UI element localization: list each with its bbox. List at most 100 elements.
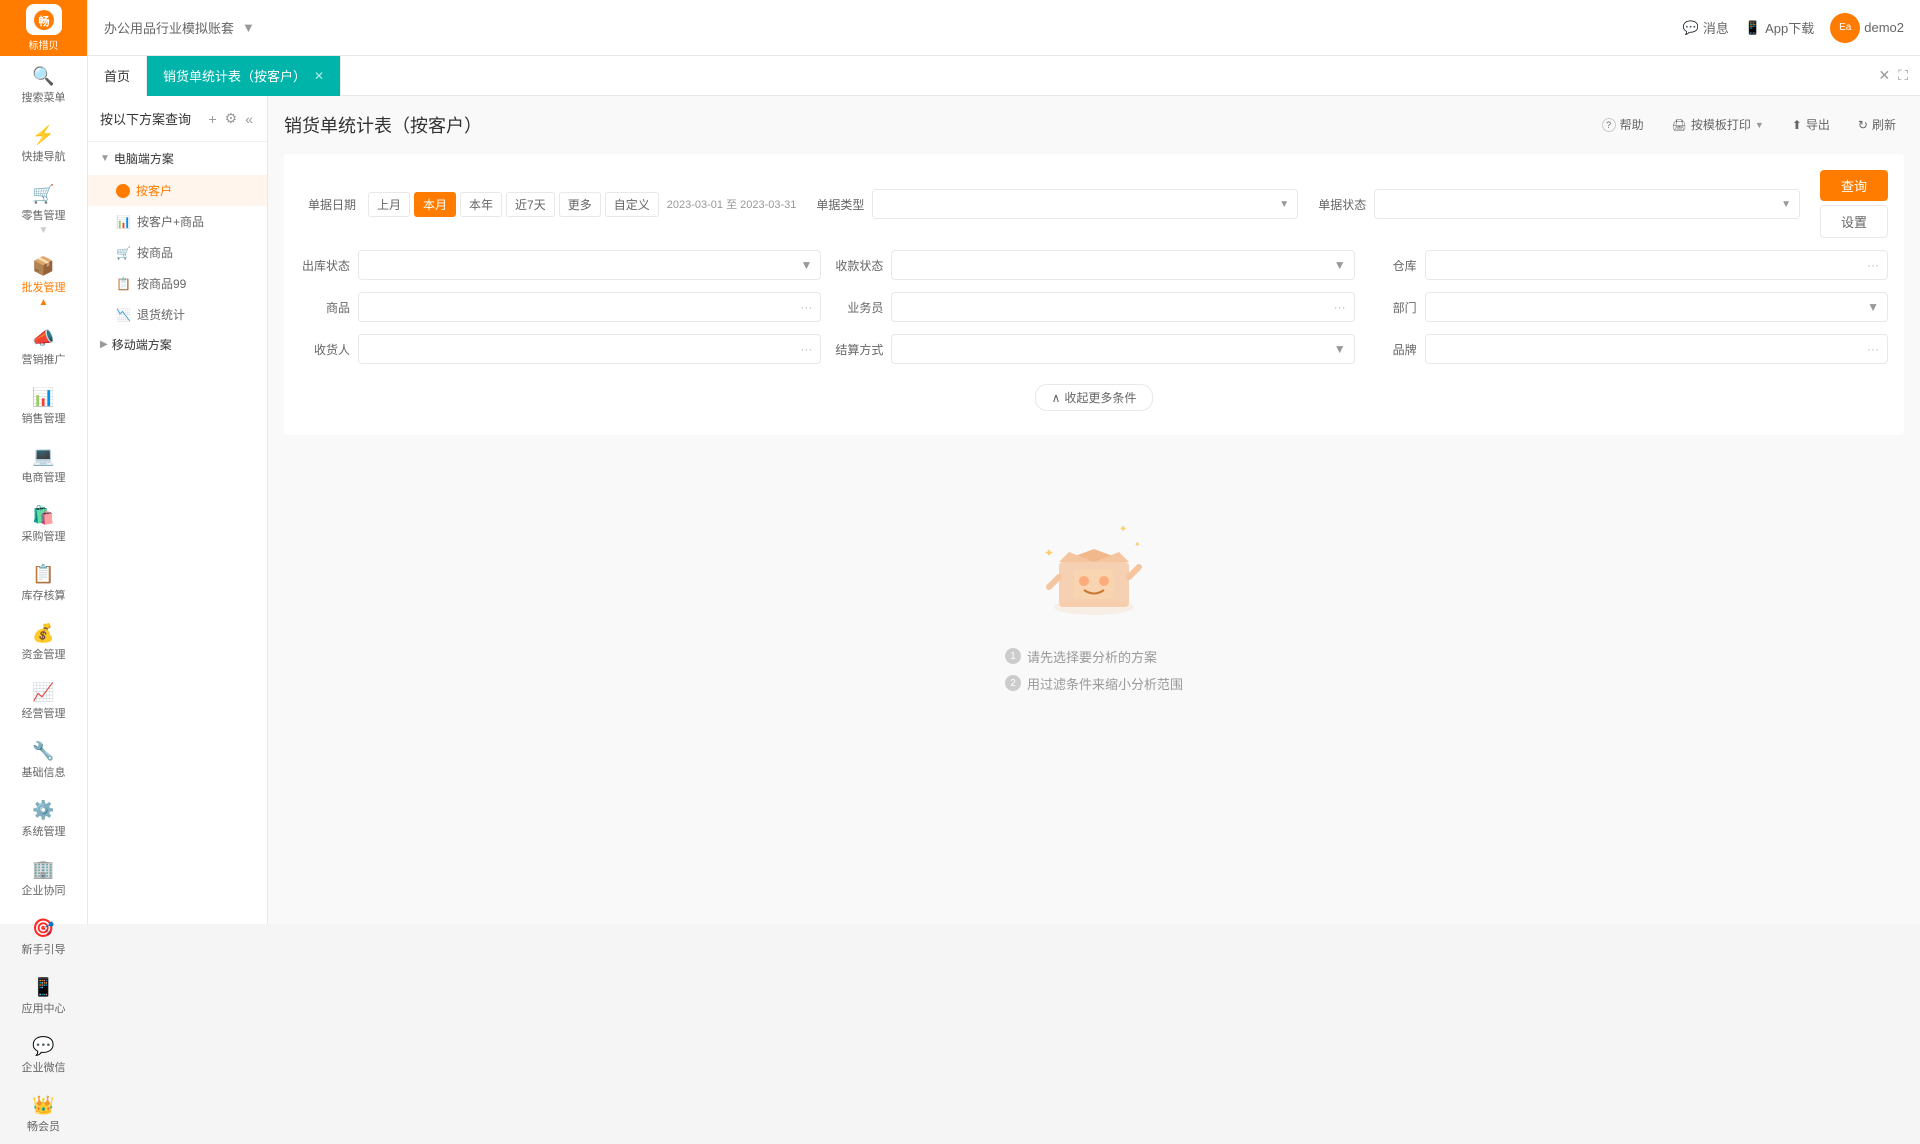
sidebar-item-apps[interactable]: 📱 应用中心 — [0, 967, 87, 1026]
doc-type-select[interactable]: ▼ — [872, 189, 1298, 219]
date-btn-custom[interactable]: 自定义 — [605, 192, 659, 217]
header-dropdown-icon[interactable]: ▼ — [242, 20, 255, 35]
add-scheme-btn[interactable]: + — [206, 109, 218, 129]
date-btn-last-month[interactable]: 上月 — [368, 192, 410, 217]
warehouse-field: 仓库 ··· — [1367, 250, 1888, 280]
window-expand-icon[interactable]: ⛶ — [1898, 67, 1908, 84]
date-btn-this-year[interactable]: 本年 — [460, 192, 502, 217]
recipient-input[interactable]: ··· — [358, 334, 821, 364]
settlement-arrow: ▼ — [1334, 342, 1346, 356]
export-btn[interactable]: ⬆ 导出 — [1784, 112, 1838, 137]
sidebar-item-sales[interactable]: 📊 销售管理 — [0, 377, 87, 436]
sidebar-item-system[interactable]: ⚙️ 系统管理 — [0, 790, 87, 849]
date-btn-more[interactable]: 更多 — [559, 192, 601, 217]
date-btn-this-month[interactable]: 本月 — [414, 192, 456, 217]
app-download-icon: 📱 — [1745, 20, 1761, 36]
tree-item-by-customer-goods[interactable]: 📊 按客户+商品 — [88, 206, 267, 237]
brand-input[interactable]: ··· — [1425, 334, 1888, 364]
tab-close-icon[interactable]: ✕ — [314, 69, 324, 83]
sidebar-item-wholesale[interactable]: 📦 批发管理 ▲ — [0, 246, 87, 318]
salesperson-input[interactable]: ··· — [891, 292, 1354, 322]
department-select[interactable]: ▼ — [1425, 292, 1888, 322]
refresh-btn[interactable]: ↻ 刷新 — [1850, 112, 1904, 137]
tip-1-num: 1 — [1005, 648, 1021, 664]
inventory-icon: 📋 — [32, 564, 54, 585]
sidebar-item-finance[interactable]: 💰 资金管理 — [0, 613, 87, 672]
sidebar-item-inventory[interactable]: 📋 库存核算 — [0, 554, 87, 613]
help-label: 帮助 — [1620, 116, 1644, 133]
out-status-label: 出库状态 — [300, 257, 350, 274]
payment-status-field: 收款状态 ▼ — [833, 250, 1354, 280]
sidebar-item-newbie[interactable]: 🎯 新手引导 — [0, 908, 87, 967]
sidebar-item-quick-nav[interactable]: ⚡ 快捷导航 — [0, 115, 87, 174]
tree-group-desktop[interactable]: ▼ 电脑端方案 — [88, 142, 267, 175]
tree-item-by-customer-label: 按客户 — [136, 182, 172, 199]
doc-type-arrow: ▼ — [1279, 199, 1289, 210]
svg-text:畅: 畅 — [38, 14, 49, 28]
collapse-btn[interactable]: ∧ 收起更多条件 — [1035, 384, 1154, 411]
tree-group-mobile[interactable]: ▶ 移动端方案 — [88, 330, 267, 359]
svg-text:✦: ✦ — [1134, 540, 1141, 549]
tab-home[interactable]: 首页 — [88, 56, 147, 96]
collapse-panel-btn[interactable]: « — [243, 109, 255, 129]
sidebar-item-vip[interactable]: 👑 畅会员 — [0, 1085, 87, 1144]
doc-status-select[interactable]: ▼ — [1374, 189, 1800, 219]
sidebar-item-search[interactable]: 🔍 搜索菜单 — [0, 56, 87, 115]
filter-row-2: 出库状态 ▼ 收款状态 ▼ 仓库 — [300, 250, 1888, 280]
goods-label: 商品 — [300, 299, 350, 316]
header-right: 💬 消息 📱 App下载 Ea demo2 — [1683, 13, 1904, 43]
message-label: 消息 — [1703, 18, 1729, 37]
tip-1-text: 请先选择要分析的方案 — [1027, 647, 1157, 666]
window-close-icon[interactable]: ✕ — [1878, 67, 1890, 84]
goods-input[interactable]: ··· — [358, 292, 821, 322]
payment-status-label: 收款状态 — [833, 257, 883, 274]
warehouse-input[interactable]: ··· — [1425, 250, 1888, 280]
sidebar-item-operations[interactable]: 📈 经营管理 — [0, 672, 87, 731]
logo-text: 标措贝 — [29, 37, 59, 52]
filter-row-4: 收货人 ··· 结算方式 ▼ 品牌 — [300, 334, 1888, 364]
purchase-icon: 🛍️ — [32, 505, 54, 526]
tip-2-text: 用过滤条件来缩小分析范围 — [1027, 674, 1183, 693]
date-btn-last-7[interactable]: 近7天 — [506, 192, 555, 217]
warehouse-dots: ··· — [1867, 258, 1879, 272]
sidebar-label-retail: 零售管理 — [22, 207, 66, 223]
sidebar-label-marketing: 营销推广 — [22, 351, 66, 367]
print-btn[interactable]: 🖨 按模板打印 ▼ — [1664, 112, 1772, 137]
app-download-label: App下载 — [1765, 18, 1814, 37]
right-panel-top: 销货单统计表（按客户） ? 帮助 🖨 按模板打印 ▼ ⬆ 导出 — [284, 112, 1904, 138]
sidebar-item-weixin[interactable]: 💬 企业微信 — [0, 1026, 87, 1085]
tree-item-by-customer[interactable]: 按客户 — [88, 175, 267, 206]
header-left: 办公用品行业模拟账套 ▼ — [104, 18, 255, 37]
content: 按以下方案查询 + ⚙ « ▼ 电脑端方案 按客户 📊 — [88, 96, 1920, 924]
payment-status-select[interactable]: ▼ — [891, 250, 1354, 280]
settlement-select[interactable]: ▼ — [891, 334, 1354, 364]
message-btn[interactable]: 💬 消息 — [1683, 18, 1729, 37]
app-download-btn[interactable]: 📱 App下载 — [1745, 18, 1814, 37]
user-profile[interactable]: Ea demo2 — [1830, 13, 1904, 43]
sidebar-item-retail[interactable]: 🛒 零售管理 ▼ — [0, 174, 87, 246]
left-panel-actions: + ⚙ « — [206, 108, 255, 129]
settings-btn[interactable]: 设置 — [1820, 205, 1888, 238]
right-panel: 销货单统计表（按客户） ? 帮助 🖨 按模板打印 ▼ ⬆ 导出 — [268, 96, 1920, 924]
tree-mobile-arrow: ▶ — [100, 339, 108, 350]
sidebar-label-operations: 经营管理 — [22, 705, 66, 721]
sidebar-item-purchase[interactable]: 🛍️ 采购管理 — [0, 495, 87, 554]
tree-item-by-goods[interactable]: 🛒 按商品 — [88, 237, 267, 268]
tree-item-by-goods-99[interactable]: 📋 按商品99 — [88, 268, 267, 299]
vip-icon: 👑 — [32, 1095, 54, 1116]
sidebar-item-ecommerce[interactable]: 💻 电商管理 — [0, 436, 87, 495]
help-btn[interactable]: ? 帮助 — [1594, 112, 1652, 137]
sidebar-item-marketing[interactable]: 📣 营销推广 — [0, 318, 87, 377]
sidebar-item-basic[interactable]: 🔧 基础信息 — [0, 731, 87, 790]
tree-section: ▼ 电脑端方案 按客户 📊 按客户+商品 🛒 按商品 📋 按 — [88, 142, 267, 359]
query-btn[interactable]: 查询 — [1820, 170, 1888, 201]
sidebar-label-sales: 销售管理 — [22, 410, 66, 426]
settings-scheme-btn[interactable]: ⚙ — [223, 108, 240, 129]
tab-sales-stat[interactable]: 销货单统计表（按客户） ✕ — [147, 56, 341, 96]
out-status-select[interactable]: ▼ — [358, 250, 821, 280]
tree-item-return-stats[interactable]: 📉 退货统计 — [88, 299, 267, 330]
sidebar-item-enterprise[interactable]: 🏢 企业协同 — [0, 849, 87, 908]
sidebar-label-wholesale: 批发管理 — [22, 279, 66, 295]
refresh-icon: ↻ — [1858, 118, 1868, 132]
sidebar-label-newbie: 新手引导 — [22, 941, 66, 957]
